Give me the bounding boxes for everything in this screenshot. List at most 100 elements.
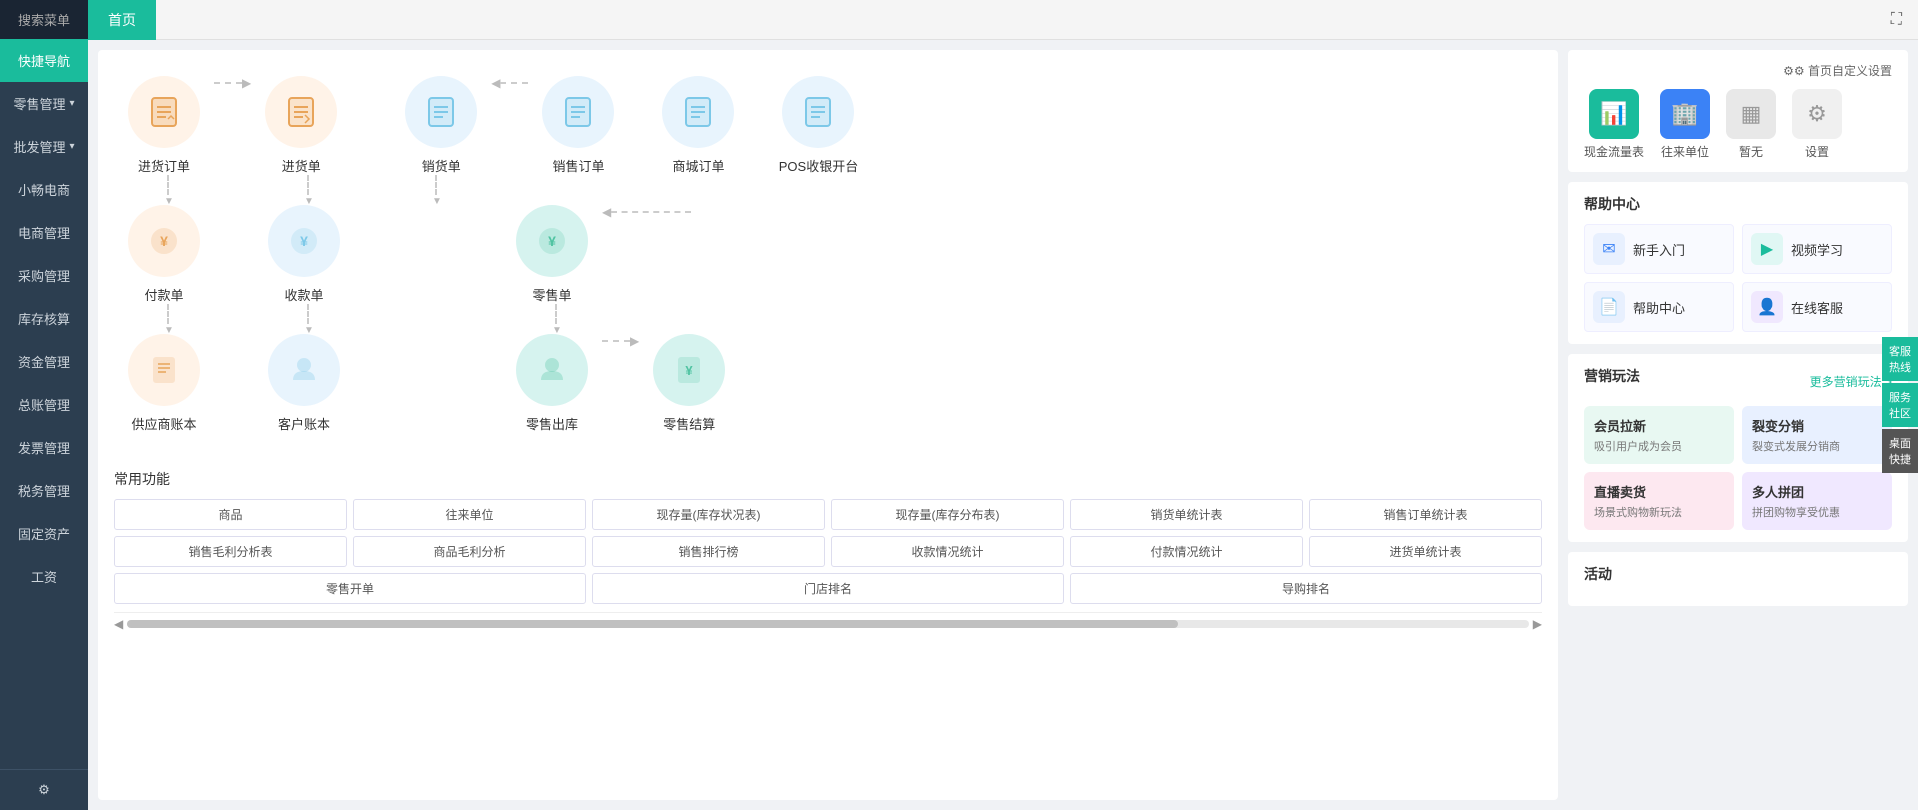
retail-out-label: 零售出库 <box>526 414 578 433</box>
help-item-video[interactable]: ▶ 视频学习 <box>1742 224 1892 274</box>
sidebar-item-assets[interactable]: 固定资产 <box>0 512 88 555</box>
float-btn-community[interactable]: 服务社区 <box>1882 383 1918 427</box>
v-connector-purchase: ▼ <box>114 175 214 195</box>
func-btn-guide-rank[interactable]: 导购排名 <box>1070 573 1542 604</box>
marketing-item-group[interactable]: 多人拼团 拼团购物享受优惠 <box>1742 472 1892 530</box>
v-conn-receipt: ▼ <box>254 304 354 324</box>
flow-diagram: 进货订单 ▶ 进货单 <box>114 66 1542 453</box>
quick-functions-section: 常用功能 商品 往来单位 现存量(库存状况表) 现存量(库存分布表) 销货单统计… <box>114 469 1542 604</box>
v-arrows-row2: ▼ ▼ ▼ <box>114 304 1542 324</box>
flow-node-supplier-ledger[interactable]: 供应商账本 <box>114 334 214 433</box>
func-btn-payment-stat[interactable]: 付款情况统计 <box>1070 536 1303 567</box>
spacer <box>214 304 254 324</box>
func-btn-stock2[interactable]: 现存量(库存分布表) <box>831 499 1064 530</box>
func-btn-retail-order[interactable]: 零售开单 <box>114 573 586 604</box>
func-btn-sales-stat[interactable]: 销货单统计表 <box>1070 499 1303 530</box>
sales-bill-label: 销货单 <box>422 156 461 175</box>
sidebar-item-quick-nav[interactable]: 快捷导航 <box>0 39 88 82</box>
sidebar-item-retail[interactable]: 零售管理 ▾ <box>0 82 88 125</box>
customer-ledger-label: 客户账本 <box>278 414 330 433</box>
func-btn-goods-gross[interactable]: 商品毛利分析 <box>353 536 586 567</box>
func-btn-sales-rank[interactable]: 销售排行榜 <box>592 536 825 567</box>
retail-settle-icon: ¥ <box>653 334 725 406</box>
sidebar-item-ledger[interactable]: 总账管理 <box>0 383 88 426</box>
customize-label: ⚙ 首页自定义设置 <box>1794 62 1892 79</box>
sidebar-item-purchase[interactable]: 采购管理 <box>0 254 88 297</box>
func-btn-receipt-stat[interactable]: 收款情况统计 <box>831 536 1064 567</box>
flow-node-purchase-order[interactable]: 进货订单 <box>114 76 214 175</box>
purchase-order-icon <box>128 76 200 148</box>
flow-node-retail-out[interactable]: 零售出库 <box>502 334 602 433</box>
float-btn-service[interactable]: 客服热线 <box>1882 337 1918 381</box>
contacts-label: 往来单位 <box>1661 143 1709 160</box>
flow-node-customer-ledger[interactable]: 客户账本 <box>254 334 354 433</box>
func-btn-gross-analysis[interactable]: 销售毛利分析表 <box>114 536 347 567</box>
sidebar-label-retail: 零售管理 <box>13 94 65 113</box>
flow-node-sales-bill[interactable]: 销货单 <box>391 76 491 175</box>
cashflow-label: 现金流量表 <box>1584 143 1644 160</box>
qa-item-contacts[interactable]: 🏢 往来单位 <box>1660 89 1710 160</box>
customize-settings-link[interactable]: ⚙ ⚙ 首页自定义设置 <box>1584 62 1892 79</box>
tab-home[interactable]: 首页 <box>88 0 156 40</box>
left-panel: 进货订单 ▶ 进货单 <box>98 50 1558 800</box>
sidebar-label-ledger: 总账管理 <box>18 395 70 414</box>
flow-node-receipt[interactable]: ¥ 收款单 <box>254 205 354 304</box>
marketing-item-live[interactable]: 直播卖货 场景式购物新玩法 <box>1584 472 1734 530</box>
marketing-item-fission[interactable]: 裂变分销 裂变式发展分销商 <box>1742 406 1892 464</box>
flow-node-pos[interactable]: POS收银开台 <box>768 76 868 175</box>
sidebar-label-payroll: 工资 <box>31 567 57 586</box>
help-item-help[interactable]: 📄 帮助中心 <box>1584 282 1734 332</box>
mall-order-icon <box>662 76 734 148</box>
sidebar-item-ecom[interactable]: 电商管理 <box>0 211 88 254</box>
scroll-right-arrow[interactable]: ▶ <box>1533 617 1542 631</box>
sidebar: 搜索菜单 快捷导航 零售管理 ▾ 批发管理 ▾ 小畅电商 电商管理 采购管理 库… <box>0 0 88 810</box>
marketing-item-member[interactable]: 会员拉新 吸引用户成为会员 <box>1584 406 1734 464</box>
pos-label: POS收银开台 <box>779 156 858 175</box>
qa-item-cashflow[interactable]: 📊 现金流量表 <box>1584 89 1644 160</box>
qa-item-settings[interactable]: ⚙ 设置 <box>1792 89 1842 160</box>
arrow-retail-settle: ▶ <box>602 334 639 386</box>
func-btn-stock1[interactable]: 现存量(库存状况表) <box>592 499 825 530</box>
scroll-track[interactable] <box>127 620 1529 628</box>
settings-label: 设置 <box>1805 143 1829 160</box>
flow-node-mall-order[interactable]: 商城订单 <box>648 76 748 175</box>
func-btn-goods[interactable]: 商品 <box>114 499 347 530</box>
flow-node-retail-settle[interactable]: ¥ 零售结算 <box>639 334 739 433</box>
sales-order-label: 销售订单 <box>552 156 604 175</box>
more-marketing-link[interactable]: 更多营销玩法 > <box>1810 373 1892 390</box>
flow-node-payment[interactable]: ¥ 付款单 <box>114 205 214 304</box>
supplier-ledger-icon <box>128 334 200 406</box>
qa-item-none[interactable]: ▦ 暂无 <box>1726 89 1776 160</box>
sidebar-item-wholesale[interactable]: 批发管理 ▾ <box>0 125 88 168</box>
func-btn-purchase-stat[interactable]: 进货单统计表 <box>1309 536 1542 567</box>
sidebar-label-tax: 税务管理 <box>18 481 70 500</box>
group-title: 多人拼团 <box>1752 482 1882 501</box>
live-desc: 场景式购物新玩法 <box>1594 504 1724 520</box>
fullscreen-icon[interactable]: ⛶ <box>1891 11 1902 29</box>
receipt-icon: ¥ <box>268 205 340 277</box>
func-btn-contacts[interactable]: 往来单位 <box>353 499 586 530</box>
live-title: 直播卖货 <box>1594 482 1724 501</box>
flow-node-retail-bill[interactable]: ¥ 零售单 <box>502 205 602 304</box>
func-btn-store-rank[interactable]: 门店排名 <box>592 573 1064 604</box>
sidebar-item-invoice[interactable]: 发票管理 <box>0 426 88 469</box>
sidebar-item-payroll[interactable]: 工资 <box>0 555 88 598</box>
help-item-beginner[interactable]: ✉ 新手入门 <box>1584 224 1734 274</box>
sidebar-item-settings[interactable]: ⚙ <box>0 769 88 810</box>
help-item-service[interactable]: 👤 在线客服 <box>1742 282 1892 332</box>
sidebar-item-inventory[interactable]: 库存核算 <box>0 297 88 340</box>
sidebar-item-ecom-small[interactable]: 小畅电商 <box>0 168 88 211</box>
float-btn-desktop[interactable]: 桌面快捷 <box>1882 429 1918 473</box>
func-btn-sales-order-stat[interactable]: 销售订单统计表 <box>1309 499 1542 530</box>
sidebar-search[interactable]: 搜索菜单 <box>0 0 88 39</box>
help-center-title: 帮助中心 <box>1584 194 1892 214</box>
v-connector-retail: ▼ <box>382 175 482 195</box>
flow-node-sales-order[interactable]: 销售订单 <box>528 76 628 175</box>
flow-node-purchase-bill[interactable]: 进货单 <box>251 76 351 175</box>
scroll-left-arrow[interactable]: ◀ <box>114 617 123 631</box>
member-title: 会员拉新 <box>1594 416 1724 435</box>
gear-icon: ⚙ <box>1783 64 1794 78</box>
func-grid-row1: 商品 往来单位 现存量(库存状况表) 现存量(库存分布表) 销货单统计表 销售订… <box>114 499 1542 530</box>
sidebar-item-tax[interactable]: 税务管理 <box>0 469 88 512</box>
sidebar-item-finance[interactable]: 资金管理 <box>0 340 88 383</box>
